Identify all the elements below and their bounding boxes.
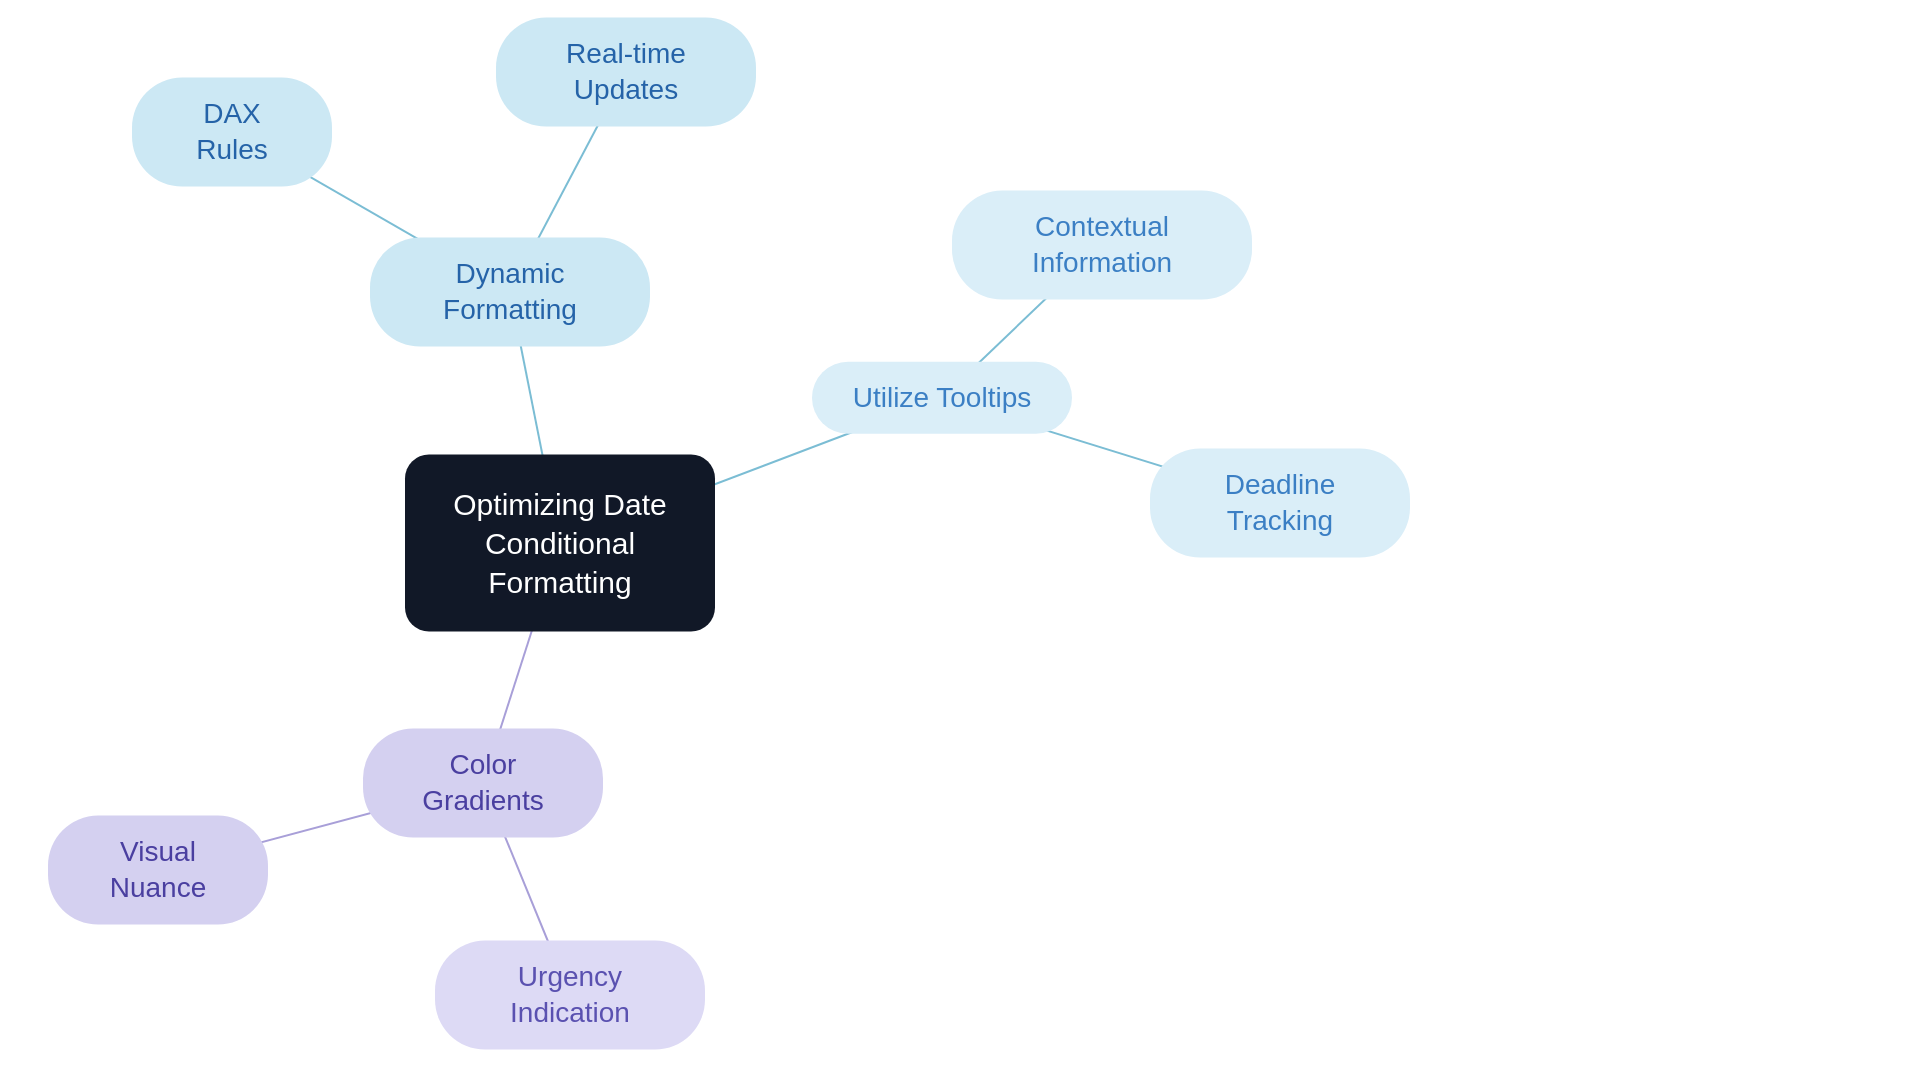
node-dynamic-formatting[interactable]: Dynamic Formatting bbox=[370, 238, 650, 347]
center-node: Optimizing Date Conditional Formatting bbox=[405, 455, 715, 632]
node-label: Utilize Tooltips bbox=[853, 380, 1031, 416]
node-utilize-tooltips[interactable]: Utilize Tooltips bbox=[812, 362, 1072, 434]
node-label: Real-time Updates bbox=[528, 36, 724, 109]
node-contextual-information[interactable]: Contextual Information bbox=[952, 191, 1252, 300]
node-label: Contextual Information bbox=[984, 209, 1220, 282]
node-realtime-updates[interactable]: Real-time Updates bbox=[496, 18, 756, 127]
node-label: Visual Nuance bbox=[80, 834, 236, 907]
node-label: Urgency Indication bbox=[467, 959, 673, 1032]
node-label: DAX Rules bbox=[164, 96, 300, 169]
node-label: Dynamic Formatting bbox=[402, 256, 618, 329]
node-deadline-tracking[interactable]: Deadline Tracking bbox=[1150, 449, 1410, 558]
center-label: Optimizing Date Conditional Formatting bbox=[445, 485, 675, 602]
node-color-gradients[interactable]: Color Gradients bbox=[363, 729, 603, 838]
node-label: Deadline Tracking bbox=[1182, 467, 1378, 540]
node-label: Color Gradients bbox=[395, 747, 571, 820]
node-urgency-indication[interactable]: Urgency Indication bbox=[435, 941, 705, 1050]
node-dax-rules[interactable]: DAX Rules bbox=[132, 78, 332, 187]
node-visual-nuance[interactable]: Visual Nuance bbox=[48, 816, 268, 925]
